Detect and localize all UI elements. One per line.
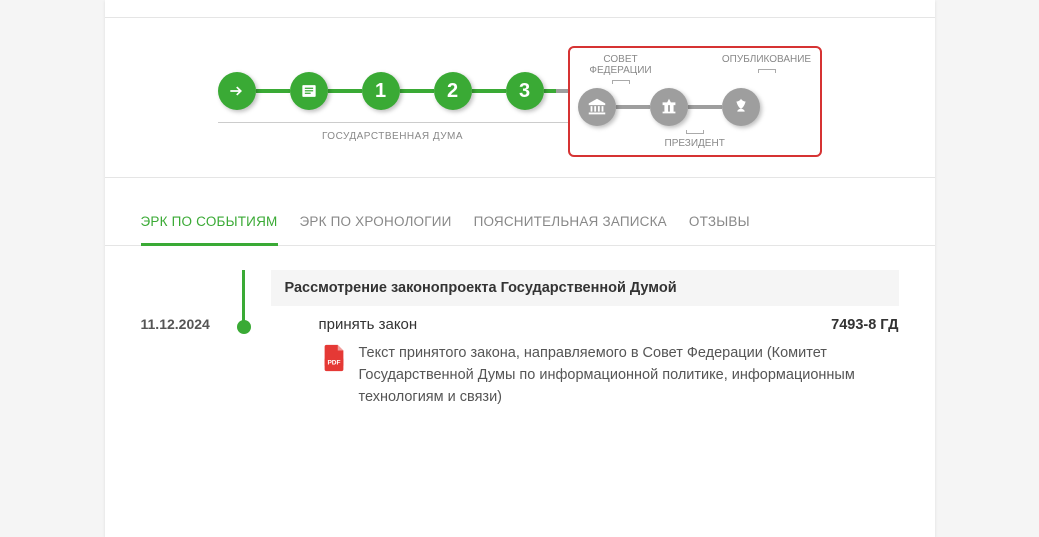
duma-label: ГОСУДАРСТВЕННАЯ ДУМА	[218, 122, 568, 142]
tabs: ЭРК ПО СОБЫТИЯМ ЭРК ПО ХРОНОЛОГИИ ПОЯСНИ…	[105, 178, 935, 246]
stage-reading-3: 3	[506, 72, 544, 110]
president-label: ПРЕЗИДЕНТ	[665, 138, 725, 149]
document-link[interactable]: Текст принятого закона, направляемого в …	[359, 343, 899, 408]
tab-events[interactable]: ЭРК ПО СОБЫТИЯМ	[141, 214, 278, 246]
timeline	[237, 270, 251, 408]
top-divider	[105, 0, 935, 18]
event-action: принять закон	[319, 316, 418, 333]
tab-explanatory-note[interactable]: ПОЯСНИТЕЛЬНАЯ ЗАПИСКА	[474, 214, 667, 245]
event-header: Рассмотрение законопроекта Государственн…	[271, 270, 899, 306]
stage-start-icon	[218, 72, 256, 110]
tab-reviews[interactable]: ОТЗЫВЫ	[689, 214, 750, 245]
event-number: 7493-8 ГД	[831, 317, 898, 333]
connector	[544, 89, 568, 93]
pdf-icon[interactable]: PDF	[319, 343, 349, 378]
stage-intro-icon	[290, 72, 328, 110]
connector	[328, 89, 362, 93]
connector	[256, 89, 290, 93]
main-card: 1 2 3 ГОСУДАРСТВЕННАЯ ДУМА СОВЕТ ФЕДЕРАЦ…	[105, 0, 935, 537]
connector	[400, 89, 434, 93]
connector	[688, 105, 722, 109]
stage-president-icon	[650, 88, 688, 126]
stage-sovfed-icon	[578, 88, 616, 126]
svg-text:PDF: PDF	[327, 360, 340, 367]
stage-publication-icon	[722, 88, 760, 126]
connector	[616, 105, 650, 109]
connector	[472, 89, 506, 93]
tab-chronology[interactable]: ЭРК ПО ХРОНОЛОГИИ	[300, 214, 452, 245]
stage-reading-1: 1	[362, 72, 400, 110]
event-content: 11.12.2024 Рассмотрение законопроекта Го…	[105, 246, 935, 458]
event-date: 11.12.2024	[141, 270, 217, 408]
publication-label: ОПУБЛИКОВАНИЕ	[722, 54, 812, 65]
stage-reading-2: 2	[434, 72, 472, 110]
highlighted-stages: СОВЕТ ФЕДЕРАЦИИ ОПУБЛИКОВАНИЕ	[568, 46, 822, 157]
process-diagram: 1 2 3 ГОСУДАРСТВЕННАЯ ДУМА СОВЕТ ФЕДЕРАЦ…	[105, 18, 935, 178]
sovfed-label: СОВЕТ ФЕДЕРАЦИИ	[578, 54, 664, 76]
